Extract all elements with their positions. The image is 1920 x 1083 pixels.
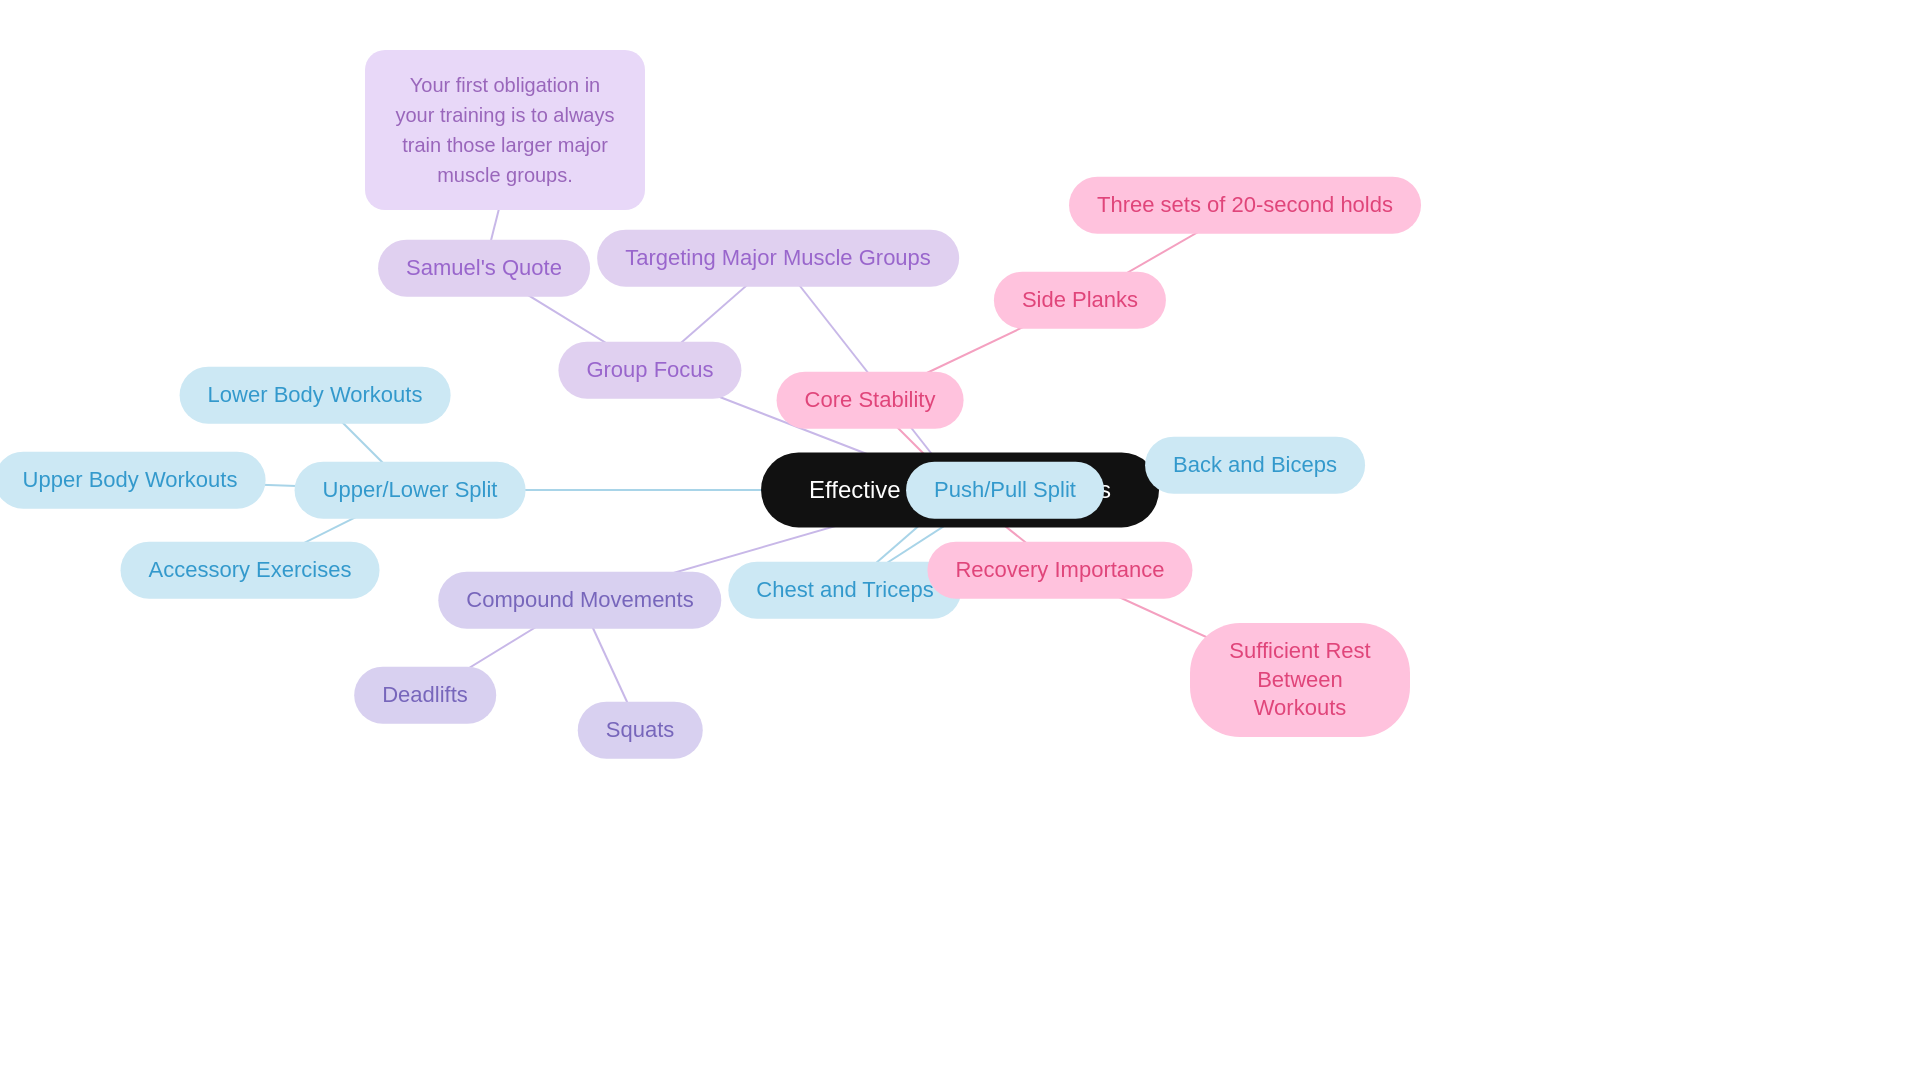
recovery-importance-node[interactable]: Recovery Importance (927, 542, 1192, 599)
compound-movements-label: Compound Movements (466, 586, 693, 615)
upper-body-node[interactable]: Upper Body Workouts (0, 452, 265, 509)
back-biceps-node[interactable]: Back and Biceps (1145, 437, 1365, 494)
accessory-node[interactable]: Accessory Exercises (121, 542, 380, 599)
samuels-quote-label: Samuel's Quote (406, 254, 562, 283)
deadlifts-label: Deadlifts (382, 681, 468, 710)
targeting-major-node[interactable]: Targeting Major Muscle Groups (597, 230, 959, 287)
group-focus-label: Group Focus (586, 356, 713, 385)
squats-label: Squats (606, 716, 675, 745)
back-biceps-label: Back and Biceps (1173, 451, 1337, 480)
push-pull-split-node[interactable]: Push/Pull Split (906, 462, 1104, 519)
upper-lower-split-node[interactable]: Upper/Lower Split (295, 462, 526, 519)
sufficient-rest-node[interactable]: Sufficient Rest Between Workouts (1190, 623, 1410, 737)
group-focus-node[interactable]: Group Focus (558, 342, 741, 399)
chest-triceps-label: Chest and Triceps (756, 576, 933, 605)
lower-body-label: Lower Body Workouts (208, 381, 423, 410)
accessory-label: Accessory Exercises (149, 556, 352, 585)
three-sets-label: Three sets of 20-second holds (1097, 191, 1393, 220)
core-stability-label: Core Stability (805, 386, 936, 415)
upper-body-label: Upper Body Workouts (23, 466, 238, 495)
deadlifts-node[interactable]: Deadlifts (354, 667, 496, 724)
recovery-importance-label: Recovery Importance (955, 556, 1164, 585)
side-planks-label: Side Planks (1022, 286, 1138, 315)
three-sets-node[interactable]: Three sets of 20-second holds (1069, 177, 1421, 234)
push-pull-split-label: Push/Pull Split (934, 476, 1076, 505)
quote-text-node[interactable]: Your first obligation in your training i… (365, 50, 645, 210)
lower-body-node[interactable]: Lower Body Workouts (180, 367, 451, 424)
compound-movements-node[interactable]: Compound Movements (438, 572, 721, 629)
targeting-major-label: Targeting Major Muscle Groups (625, 244, 931, 273)
samuels-quote-node[interactable]: Samuel's Quote (378, 240, 590, 297)
quote-text-label: Your first obligation in your training i… (395, 70, 615, 190)
sufficient-rest-label: Sufficient Rest Between Workouts (1218, 637, 1382, 723)
side-planks-node[interactable]: Side Planks (994, 272, 1166, 329)
core-stability-node[interactable]: Core Stability (777, 372, 964, 429)
upper-lower-split-label: Upper/Lower Split (323, 476, 498, 505)
squats-node[interactable]: Squats (578, 702, 703, 759)
